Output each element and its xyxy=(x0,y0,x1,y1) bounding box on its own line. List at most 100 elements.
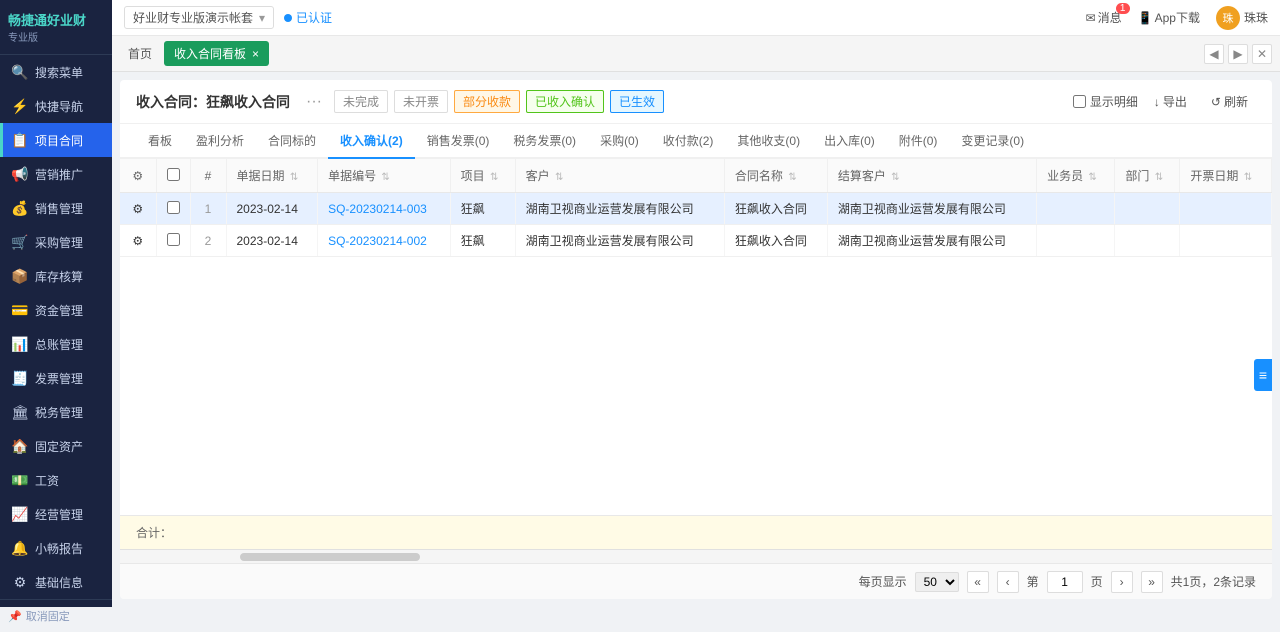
sidebar-item-6[interactable]: 📦库存核算 xyxy=(0,259,112,293)
row-docno-link-0[interactable]: SQ-20230214-003 xyxy=(328,202,427,216)
nav-label-4: 销售管理 xyxy=(35,200,83,217)
status-badge-3[interactable]: 已收入确认 xyxy=(526,90,604,113)
next-page-button[interactable]: › xyxy=(1111,571,1133,593)
sub-tab-1[interactable]: 盈利分析 xyxy=(184,124,256,159)
sub-tab-8[interactable]: 其他收支(0) xyxy=(725,124,812,159)
app-download-button[interactable]: 📱 App下载 xyxy=(1138,9,1200,26)
show-detail-checkbox[interactable]: 显示明细 xyxy=(1073,93,1138,110)
sub-tab-10[interactable]: 附件(0) xyxy=(887,124,950,159)
sidebar-item-12[interactable]: 💵工资 xyxy=(0,463,112,497)
sidebar-item-2[interactable]: 📋项目合同 xyxy=(0,123,112,157)
sort-docno-icon: ⇅ xyxy=(381,172,389,183)
row-checkbox-1[interactable] xyxy=(156,225,190,257)
sub-tab-2[interactable]: 合同标的 xyxy=(256,124,328,159)
row-settings-1[interactable]: ⚙ xyxy=(120,225,156,257)
col-checkbox[interactable] xyxy=(156,159,190,193)
scrollbar-thumb[interactable] xyxy=(240,553,420,561)
sub-tab-5[interactable]: 税务发票(0) xyxy=(501,124,588,159)
status-badge-1[interactable]: 未开票 xyxy=(394,90,448,113)
logo-sub-text: 专业版 xyxy=(8,29,104,44)
select-all-checkbox[interactable] xyxy=(167,168,180,181)
logo-main-text: 畅捷通好业财 xyxy=(8,10,104,29)
sub-tab-6[interactable]: 采购(0) xyxy=(588,124,651,159)
row-cb-0[interactable] xyxy=(167,201,180,214)
row-docno-1[interactable]: SQ-20230214-002 xyxy=(318,225,451,257)
sub-tab-7[interactable]: 收付款(2) xyxy=(651,124,726,159)
tabbar: 首页 收入合同看板 × ◀ ▶ ✕ xyxy=(112,36,1280,72)
col-dept[interactable]: 部门 ⇅ xyxy=(1115,159,1180,193)
row-cb-1[interactable] xyxy=(167,233,180,246)
company-selector[interactable]: 好业财专业版演示帐套 ▾ xyxy=(124,6,274,29)
last-page-button[interactable]: » xyxy=(1141,571,1163,593)
user-avatar: 珠 xyxy=(1216,6,1240,30)
nav-icon-8: 📊 xyxy=(11,335,29,353)
sidebar-item-10[interactable]: 🏛税务管理 xyxy=(0,395,112,429)
export-button[interactable]: ↓ 导出 xyxy=(1146,90,1195,113)
tab-active[interactable]: 收入合同看板 × xyxy=(164,41,269,66)
sidebar-item-3[interactable]: 📢营销推广 xyxy=(0,157,112,191)
row-contract-name-1: 狂飙收入合同 xyxy=(724,225,827,257)
col-settings[interactable]: ⚙ xyxy=(120,159,156,193)
sub-tab-4[interactable]: 销售发票(0) xyxy=(415,124,502,159)
contract-title: 收入合同：狂飙收入合同 xyxy=(136,92,290,112)
col-date[interactable]: 单据日期 ⇅ xyxy=(226,159,318,193)
status-badge-2[interactable]: 部分收款 xyxy=(454,90,520,113)
sidebar-item-0[interactable]: 🔍搜索菜单 xyxy=(0,55,112,89)
nav-label-5: 采购管理 xyxy=(35,234,83,251)
row-docno-link-1[interactable]: SQ-20230214-002 xyxy=(328,234,427,248)
user-menu[interactable]: 珠 珠珠 xyxy=(1216,6,1268,30)
nav-icon-15: ⚙ xyxy=(11,573,29,591)
page-number-input[interactable] xyxy=(1047,571,1083,593)
nav-label-9: 发票管理 xyxy=(35,370,83,387)
contract-more-button[interactable]: ··· xyxy=(306,93,322,111)
sidebar-logo: 畅捷通好业财 专业版 xyxy=(0,0,112,55)
col-customer[interactable]: 客户 ⇅ xyxy=(515,159,724,193)
right-float-button[interactable]: ≡ xyxy=(1254,359,1272,391)
sidebar-item-14[interactable]: 🔔小畅报告 xyxy=(0,531,112,565)
sidebar-item-11[interactable]: 🏠固定资产 xyxy=(0,429,112,463)
col-doc-no[interactable]: 单据编号 ⇅ xyxy=(318,159,451,193)
sidebar-item-7[interactable]: 💳资金管理 xyxy=(0,293,112,327)
prev-page-button[interactable]: ‹ xyxy=(997,571,1019,593)
horizontal-scrollbar[interactable] xyxy=(120,549,1272,563)
message-button[interactable]: ✉ 消息 1 xyxy=(1086,9,1122,26)
sidebar-item-8[interactable]: 📊总账管理 xyxy=(0,327,112,361)
tab-prev-button[interactable]: ◀ xyxy=(1204,44,1224,64)
nav-label-2: 项目合同 xyxy=(35,132,83,149)
col-invoice-date[interactable]: 开票日期 ⇅ xyxy=(1180,159,1272,193)
tab-close-all-button[interactable]: ✕ xyxy=(1252,44,1272,64)
sidebar-item-13[interactable]: 📈经营管理 xyxy=(0,497,112,531)
sidebar-item-1[interactable]: ⚡快捷导航 xyxy=(0,89,112,123)
tab-close-button[interactable]: × xyxy=(252,47,259,61)
row-invoice-date-0 xyxy=(1180,193,1272,225)
row-checkbox-0[interactable] xyxy=(156,193,190,225)
col-contract-name[interactable]: 合同名称 ⇅ xyxy=(724,159,827,193)
row-date-1: 2023-02-14 xyxy=(226,225,318,257)
sidebar-footer-pin[interactable]: 📌 取消固定 xyxy=(0,599,112,632)
col-salesman[interactable]: 业务员 ⇅ xyxy=(1037,159,1115,193)
refresh-button[interactable]: ↺ 刷新 xyxy=(1203,90,1256,113)
col-project[interactable]: 项目 ⇅ xyxy=(450,159,515,193)
show-detail-input[interactable] xyxy=(1073,95,1086,108)
sub-tab-11[interactable]: 变更记录(0) xyxy=(949,124,1036,159)
sub-tab-0[interactable]: 看板 xyxy=(136,124,184,159)
nav-icon-9: 🧾 xyxy=(11,369,29,387)
sidebar-item-9[interactable]: 🧾 发票管理 xyxy=(0,361,112,395)
tab-next-button[interactable]: ▶ xyxy=(1228,44,1248,64)
tab-home[interactable]: 首页 xyxy=(120,41,160,66)
status-badge-4[interactable]: 已生效 xyxy=(610,90,664,113)
status-badge-0[interactable]: 未完成 xyxy=(334,90,388,113)
sub-tab-3[interactable]: 收入确认(2) xyxy=(328,124,415,159)
sidebar-item-5[interactable]: 🛒采购管理 xyxy=(0,225,112,259)
row-settings-0[interactable]: ⚙ xyxy=(120,193,156,225)
col-billing-customer[interactable]: 结算客户 ⇅ xyxy=(827,159,1036,193)
first-page-button[interactable]: « xyxy=(967,571,989,593)
sidebar-item-15[interactable]: ⚙基础信息 xyxy=(0,565,112,599)
nav-label-13: 经营管理 xyxy=(35,506,83,523)
row-docno-0[interactable]: SQ-20230214-003 xyxy=(318,193,451,225)
page-size-select[interactable]: 50 xyxy=(915,572,959,592)
sub-tab-9[interactable]: 出入库(0) xyxy=(812,124,887,159)
sort-dept-icon: ⇅ xyxy=(1155,172,1163,183)
sort-project-icon: ⇅ xyxy=(490,172,498,183)
sidebar-item-4[interactable]: 💰销售管理 xyxy=(0,191,112,225)
